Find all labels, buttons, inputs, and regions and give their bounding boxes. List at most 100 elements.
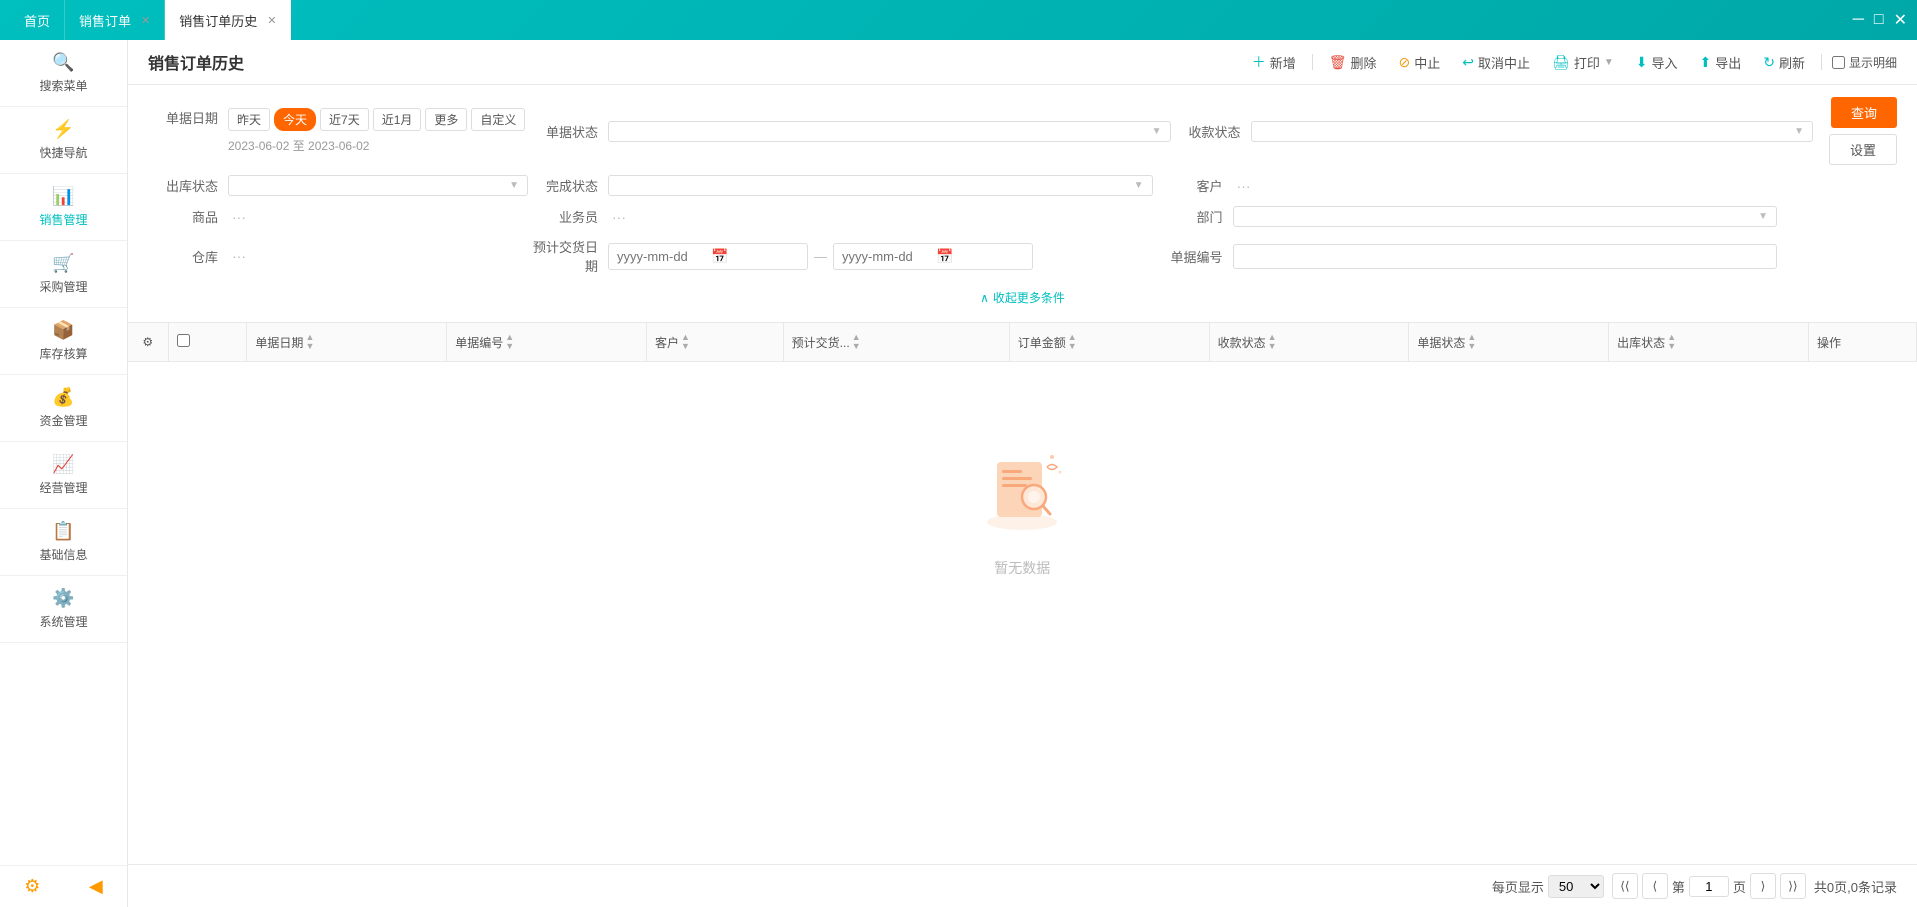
tab-home[interactable]: 首页	[10, 0, 65, 40]
select-all-checkbox[interactable]	[177, 334, 190, 347]
out-status-select[interactable]: ▼	[228, 175, 528, 196]
window-maximize-icon[interactable]: □	[1874, 11, 1884, 29]
bill-status-select[interactable]: ▼	[608, 121, 1171, 142]
sidebar-item-operations[interactable]: 📈 经营管理	[0, 442, 127, 509]
th-customer[interactable]: 客户 ▲▼	[647, 323, 784, 362]
refresh-button[interactable]: ↻ 刷新	[1757, 49, 1811, 76]
column-settings-icon[interactable]: ⚙	[136, 335, 160, 349]
delivery-from-field[interactable]	[617, 249, 707, 264]
sidebar-item-purchase[interactable]: 🛒 采购管理	[0, 241, 127, 308]
tab-sales-order[interactable]: 销售订单 ✕	[65, 0, 165, 40]
sidebar-item-system[interactable]: ⚙️ 系统管理	[0, 576, 127, 643]
page-header: 销售订单历史 ＋ 新增 🗑 删除 ⊘ 中止 ↩ 取消中止	[128, 40, 1917, 85]
date-1month-btn[interactable]: 近1月	[373, 108, 422, 131]
delete-icon: 🗑	[1329, 54, 1347, 71]
tab-sales-order-history[interactable]: 销售订单历史 ✕	[165, 0, 291, 40]
query-button[interactable]: 查询	[1831, 97, 1897, 128]
collapse-button[interactable]: ∧ 收起更多条件	[980, 285, 1065, 310]
delete-button[interactable]: 🗑 删除	[1323, 49, 1383, 76]
date-today-btn[interactable]: 今天	[274, 108, 316, 131]
display-details-toggle[interactable]: 显示明细	[1832, 54, 1897, 71]
th-amount[interactable]: 订单金额 ▲▼	[1009, 323, 1209, 362]
empty-state-row: 暂无数据	[128, 362, 1917, 659]
last-page-button[interactable]: ⟩⟩	[1780, 873, 1806, 899]
complete-status-select[interactable]: ▼	[608, 175, 1153, 196]
prev-page-button[interactable]: ⟨	[1642, 873, 1668, 899]
sort-date-icon: ▲▼	[305, 333, 314, 351]
system-icon: ⚙️	[52, 588, 74, 609]
complete-status-group: 完成状态 ▼	[528, 175, 1153, 196]
delivery-date-group: 预计交货日期 📅 — 📅	[528, 237, 1153, 275]
calendar-from-icon[interactable]: 📅	[711, 248, 728, 265]
customer-group: 客户 ···	[1153, 176, 1778, 195]
stop-button[interactable]: ⊘ 中止	[1393, 49, 1447, 76]
close-tab-sales-order[interactable]: ✕	[141, 14, 150, 27]
th-date[interactable]: 单据日期 ▲▼	[247, 323, 447, 362]
date-more-btn[interactable]: 更多	[425, 108, 467, 131]
th-out-status[interactable]: 出库状态 ▲▼	[1609, 323, 1809, 362]
goods-dots-btn[interactable]: ···	[228, 209, 250, 225]
bill-no-label: 单据编号	[1153, 247, 1233, 266]
th-delivery-date[interactable]: 预计交货... ▲▼	[783, 323, 1009, 362]
customer-dots-btn[interactable]: ···	[1233, 178, 1255, 194]
first-page-button[interactable]: ⟨⟨	[1612, 873, 1638, 899]
th-receipt-status[interactable]: 收款状态 ▲▼	[1209, 323, 1409, 362]
date-label: 单据日期	[148, 108, 228, 127]
department-label: 部门	[1153, 207, 1233, 226]
th-checkbox	[168, 323, 247, 362]
display-details-checkbox[interactable]	[1832, 56, 1845, 69]
filter-actions: 查询 设置	[1829, 97, 1897, 165]
sidebar-item-search[interactable]: 🔍 搜索菜单	[0, 40, 127, 107]
delivery-date-from-input[interactable]: 📅	[608, 243, 808, 270]
page-size-select[interactable]: 20 50 100 200	[1548, 875, 1604, 898]
th-bill-status[interactable]: 单据状态 ▲▼	[1409, 323, 1609, 362]
filter-row-3: 商品 ··· 业务员 ··· 部门 ▼	[148, 206, 1897, 227]
warehouse-dots-btn[interactable]: ···	[228, 248, 250, 264]
salesman-label: 业务员	[528, 207, 608, 226]
th-bill-no[interactable]: 单据编号 ▲▼	[447, 323, 647, 362]
bill-status-arrow-icon: ▼	[1152, 126, 1162, 137]
print-dropdown-icon[interactable]: ▼	[1604, 57, 1614, 68]
set-button[interactable]: 设置	[1829, 134, 1897, 165]
page-unit: 页	[1733, 877, 1746, 896]
window-close-icon[interactable]: ✕	[1894, 10, 1907, 30]
sidebar-item-sales[interactable]: 📊 销售管理	[0, 174, 127, 241]
filter-collapse-row: ∧ 收起更多条件	[148, 285, 1897, 310]
department-select[interactable]: ▼	[1233, 206, 1778, 227]
date-custom-btn[interactable]: 自定义	[471, 108, 525, 131]
receipt-status-select[interactable]: ▼	[1251, 121, 1814, 142]
search-menu-icon: 🔍	[52, 52, 74, 73]
window-minimize-icon[interactable]: ─	[1853, 11, 1864, 29]
salesman-dots-btn[interactable]: ···	[608, 209, 630, 225]
sort-billno-icon: ▲▼	[505, 333, 514, 351]
filter-row-2: 出库状态 ▼ 完成状态 ▼ 客户 ···	[148, 175, 1897, 196]
out-status-arrow-icon: ▼	[509, 180, 519, 191]
filter-area: 单据日期 昨天 今天 近7天 近1月 更多 自定义 2023-06-02 至 2…	[128, 85, 1917, 323]
export-button[interactable]: ⬆ 导出	[1693, 49, 1747, 76]
receipt-status-group: 收款状态 ▼	[1171, 121, 1814, 142]
print-button[interactable]: 🖨 打印 ▼	[1546, 49, 1620, 76]
close-tab-sales-order-history[interactable]: ✕	[267, 14, 276, 27]
settings-bottom-icon[interactable]: ⚙	[24, 876, 40, 897]
next-page-button[interactable]: ⟩	[1750, 873, 1776, 899]
sidebar-item-inventory[interactable]: 📦 库存核算	[0, 308, 127, 375]
table-body: 暂无数据	[128, 362, 1917, 659]
sidebar-item-finance[interactable]: 💰 资金管理	[0, 375, 127, 442]
sidebar-item-basic-info[interactable]: 📋 基础信息	[0, 509, 127, 576]
cancel-stop-button[interactable]: ↩ 取消中止	[1456, 49, 1536, 76]
import-button[interactable]: ⬇ 导入	[1630, 49, 1684, 76]
bill-no-input[interactable]	[1233, 244, 1778, 269]
empty-text: 暂无数据	[994, 558, 1050, 578]
calendar-to-icon[interactable]: 📅	[936, 248, 953, 265]
th-settings: ⚙	[128, 323, 168, 362]
page-input[interactable]	[1689, 876, 1729, 897]
collapse-sidebar-icon[interactable]: ◀	[89, 876, 103, 897]
sidebar-item-quick-nav[interactable]: ⚡ 快捷导航	[0, 107, 127, 174]
delivery-to-field[interactable]	[842, 249, 932, 264]
new-button[interactable]: ＋ 新增	[1246, 48, 1302, 76]
date-yesterday-btn[interactable]: 昨天	[228, 108, 270, 131]
print-label: 打印	[1574, 53, 1600, 72]
table-area: ⚙ 单据日期 ▲▼ 单据编号	[128, 323, 1917, 864]
delivery-date-to-input[interactable]: 📅	[833, 243, 1033, 270]
date-7days-btn[interactable]: 近7天	[320, 108, 369, 131]
